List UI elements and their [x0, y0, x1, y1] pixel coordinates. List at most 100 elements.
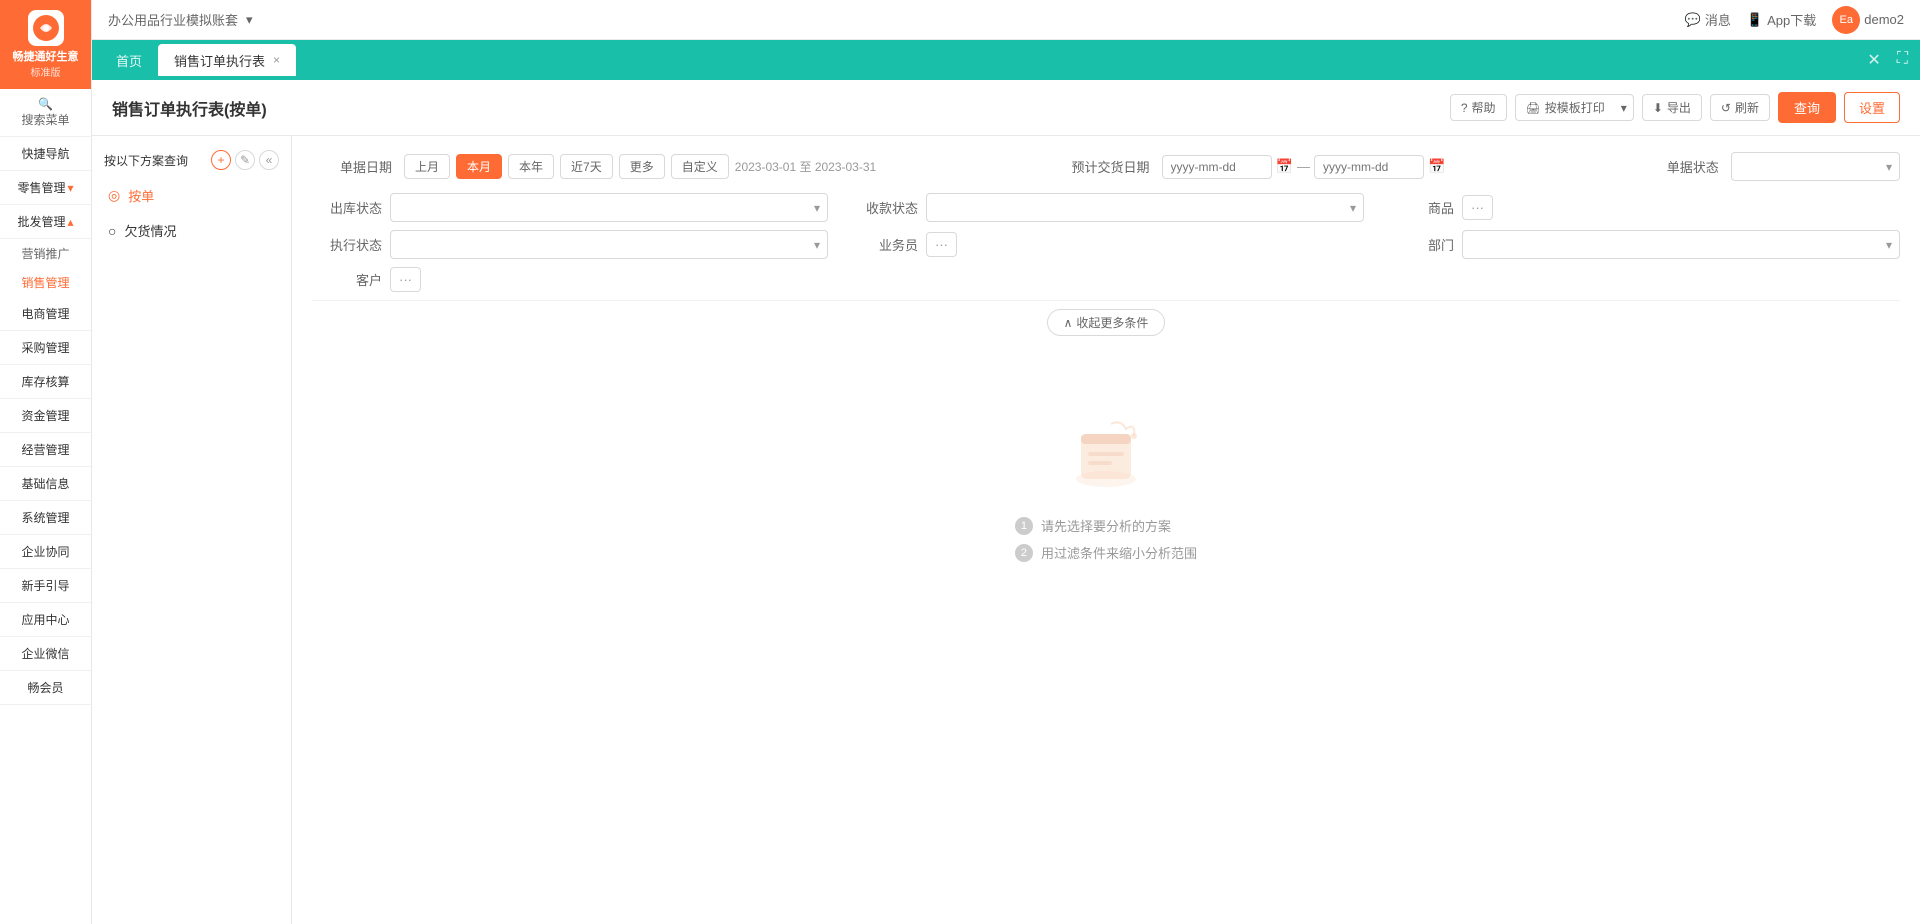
tab-close-window-icon[interactable]: ✕: [1863, 46, 1884, 74]
delivery-status-select[interactable]: [390, 193, 828, 222]
goods-item: 商品 ···: [1384, 193, 1900, 222]
sidebar-item-basic-info[interactable]: 基础信息: [0, 467, 91, 501]
settings-button[interactable]: 设置: [1844, 92, 1900, 123]
tab-close-icon[interactable]: ×: [273, 53, 280, 67]
print-button[interactable]: 🖨 按模板打印: [1515, 94, 1615, 121]
sidebar-item-quick-nav[interactable]: 快捷导航: [0, 137, 91, 171]
payment-status-select[interactable]: [926, 193, 1364, 222]
expected-delivery-label: 预计交货日期: [1070, 157, 1150, 176]
shortage-icon: ○: [108, 223, 116, 239]
date-more[interactable]: 更多: [619, 154, 665, 179]
expected-delivery-end[interactable]: [1314, 155, 1424, 179]
quick-nav-label: 快捷导航: [21, 147, 69, 161]
sidebar-item-wholesale[interactable]: 批发管理 ▴: [0, 205, 91, 239]
scheme-shortage[interactable]: ○ 欠货情况: [92, 213, 291, 248]
message-button[interactable]: 💬 消息: [1685, 10, 1731, 29]
date-this-year[interactable]: 本年: [508, 154, 554, 179]
delivery-status-control: [390, 193, 828, 222]
sidebar-item-inventory[interactable]: 库存核算: [0, 365, 91, 399]
edit-scheme-button[interactable]: ✎: [235, 150, 255, 170]
sidebar-item-finance[interactable]: 资金管理: [0, 399, 91, 433]
sidebar-item-ecommerce[interactable]: 电商管理: [0, 297, 91, 331]
date-last-month[interactable]: 上月: [404, 154, 450, 179]
page-title: 销售订单执行表(按单): [112, 96, 267, 120]
sidebar-item-app-center[interactable]: 应用中心: [0, 603, 91, 637]
management-label: 经营管理: [21, 443, 69, 457]
avatar: Ea: [1832, 6, 1860, 34]
sidebar-item-member[interactable]: 畅会员: [0, 671, 91, 705]
sidebar-item-retail[interactable]: 零售管理 ▾: [0, 171, 91, 205]
workspace-dropdown-icon[interactable]: ▾: [246, 12, 253, 28]
empty-state: 1 请先选择要分析的方案 2 用过滤条件来缩小分析范围: [312, 344, 1900, 622]
print-dropdown-button[interactable]: ▾: [1615, 94, 1634, 121]
customer-label: 客户: [312, 270, 382, 289]
sidebar-item-onboarding[interactable]: 新手引导: [0, 569, 91, 603]
status-select[interactable]: [1731, 152, 1900, 181]
sidebar-subitem-sales[interactable]: 销售管理: [0, 268, 91, 297]
sidebar-item-search[interactable]: 🔍 搜索菜单: [0, 89, 91, 137]
page-actions: ? 帮助 🖨 按模板打印 ▾ ⬇ 导出 ↺: [1450, 92, 1900, 123]
sidebar-item-system[interactable]: 系统管理: [0, 501, 91, 535]
date-custom[interactable]: 自定义: [671, 154, 729, 179]
print-button-group: 🖨 按模板打印 ▾: [1515, 94, 1634, 121]
content-area: 销售订单执行表(按单) ? 帮助 🖨 按模板打印 ▾ ⬇: [92, 80, 1920, 924]
tab-expand-icon[interactable]: ⛶: [1893, 46, 1912, 74]
payment-status-control: [926, 193, 1364, 222]
add-scheme-button[interactable]: +: [211, 150, 231, 170]
app-name: 畅捷通好生意: [13, 50, 79, 64]
tab-sales-order[interactable]: 销售订单执行表 ×: [158, 44, 296, 76]
sidebar-item-wechat[interactable]: 企业微信: [0, 637, 91, 671]
customer-item: 客户 ···: [312, 267, 835, 292]
app-download-icon: 📱: [1747, 12, 1763, 28]
payment-status-item: 收款状态: [848, 193, 1364, 222]
help-button[interactable]: ? 帮助: [1450, 94, 1507, 121]
date-this-month[interactable]: 本月: [456, 154, 502, 179]
app-download-button[interactable]: 📱 App下载: [1747, 10, 1816, 29]
salesperson-picker-button[interactable]: ···: [926, 232, 957, 257]
tab-bar: 首页 销售订单执行表 × ✕ ⛶: [92, 40, 1920, 80]
scheme-by-order[interactable]: ◎ 按单: [92, 178, 291, 213]
search-label: 搜索菜单: [21, 113, 69, 127]
goods-picker-button[interactable]: ···: [1462, 195, 1493, 220]
collapse-panel-button[interactable]: «: [259, 150, 279, 170]
wholesale-label: 批发管理: [17, 213, 65, 230]
retail-label: 零售管理: [17, 179, 65, 196]
export-icon: ⬇: [1653, 101, 1663, 115]
expected-delivery-start[interactable]: [1162, 155, 1272, 179]
query-button[interactable]: 查询: [1778, 92, 1836, 123]
app-logo[interactable]: 畅捷通好生意 标准版: [0, 0, 91, 89]
sidebar: 畅捷通好生意 标准版 🔍 搜索菜单 快捷导航 零售管理 ▾ 批发管理 ▴ 营销推…: [0, 0, 92, 924]
main-area: 办公用品行业模拟账套 ▾ 💬 消息 📱 App下载 Ea demo2 首页: [92, 0, 1920, 924]
status-label: 单据状态: [1639, 157, 1719, 176]
customer-picker-button[interactable]: ···: [390, 267, 421, 292]
user-avatar-area[interactable]: Ea demo2: [1832, 6, 1904, 34]
date-last-7-days[interactable]: 近7天: [560, 154, 613, 179]
page-header: 销售订单执行表(按单) ? 帮助 🖨 按模板打印 ▾ ⬇: [92, 80, 1920, 136]
print-dropdown-icon: ▾: [1621, 101, 1627, 115]
dept-select[interactable]: [1462, 230, 1900, 259]
customer-control: ···: [390, 267, 835, 292]
sidebar-item-purchase[interactable]: 采购管理: [0, 331, 91, 365]
message-label: 消息: [1705, 10, 1731, 29]
refresh-button[interactable]: ↺ 刷新: [1710, 94, 1770, 121]
tab-home[interactable]: 首页: [100, 44, 158, 76]
sidebar-item-enterprise-collab[interactable]: 企业协同: [0, 535, 91, 569]
date-range-display: 2023-03-01 至 2023-03-31: [735, 158, 876, 175]
inventory-label: 库存核算: [21, 375, 69, 389]
sidebar-item-management[interactable]: 经营管理: [0, 433, 91, 467]
avatar-text: Ea: [1840, 14, 1853, 26]
app-center-label: 应用中心: [21, 613, 69, 627]
salesperson-label: 业务员: [848, 235, 918, 254]
filter-grid-row4: 客户 ···: [312, 267, 1900, 292]
goods-label: 商品: [1384, 198, 1454, 217]
print-icon: 🖨: [1526, 101, 1541, 115]
empty-illustration: [1056, 404, 1156, 504]
sidebar-subitem-marketing[interactable]: 营销推广: [0, 239, 91, 268]
exec-status-select[interactable]: [390, 230, 828, 259]
exec-status-control: [390, 230, 828, 259]
user-name: demo2: [1864, 12, 1904, 27]
left-panel-actions: + ✎ «: [211, 150, 279, 170]
right-panel: 单据日期 上月 本月 本年 近7天 更多 自定义 2023-03-01 至 20…: [292, 136, 1920, 924]
export-button[interactable]: ⬇ 导出: [1642, 94, 1702, 121]
collapse-button[interactable]: ∧ 收起更多条件: [1047, 309, 1166, 336]
